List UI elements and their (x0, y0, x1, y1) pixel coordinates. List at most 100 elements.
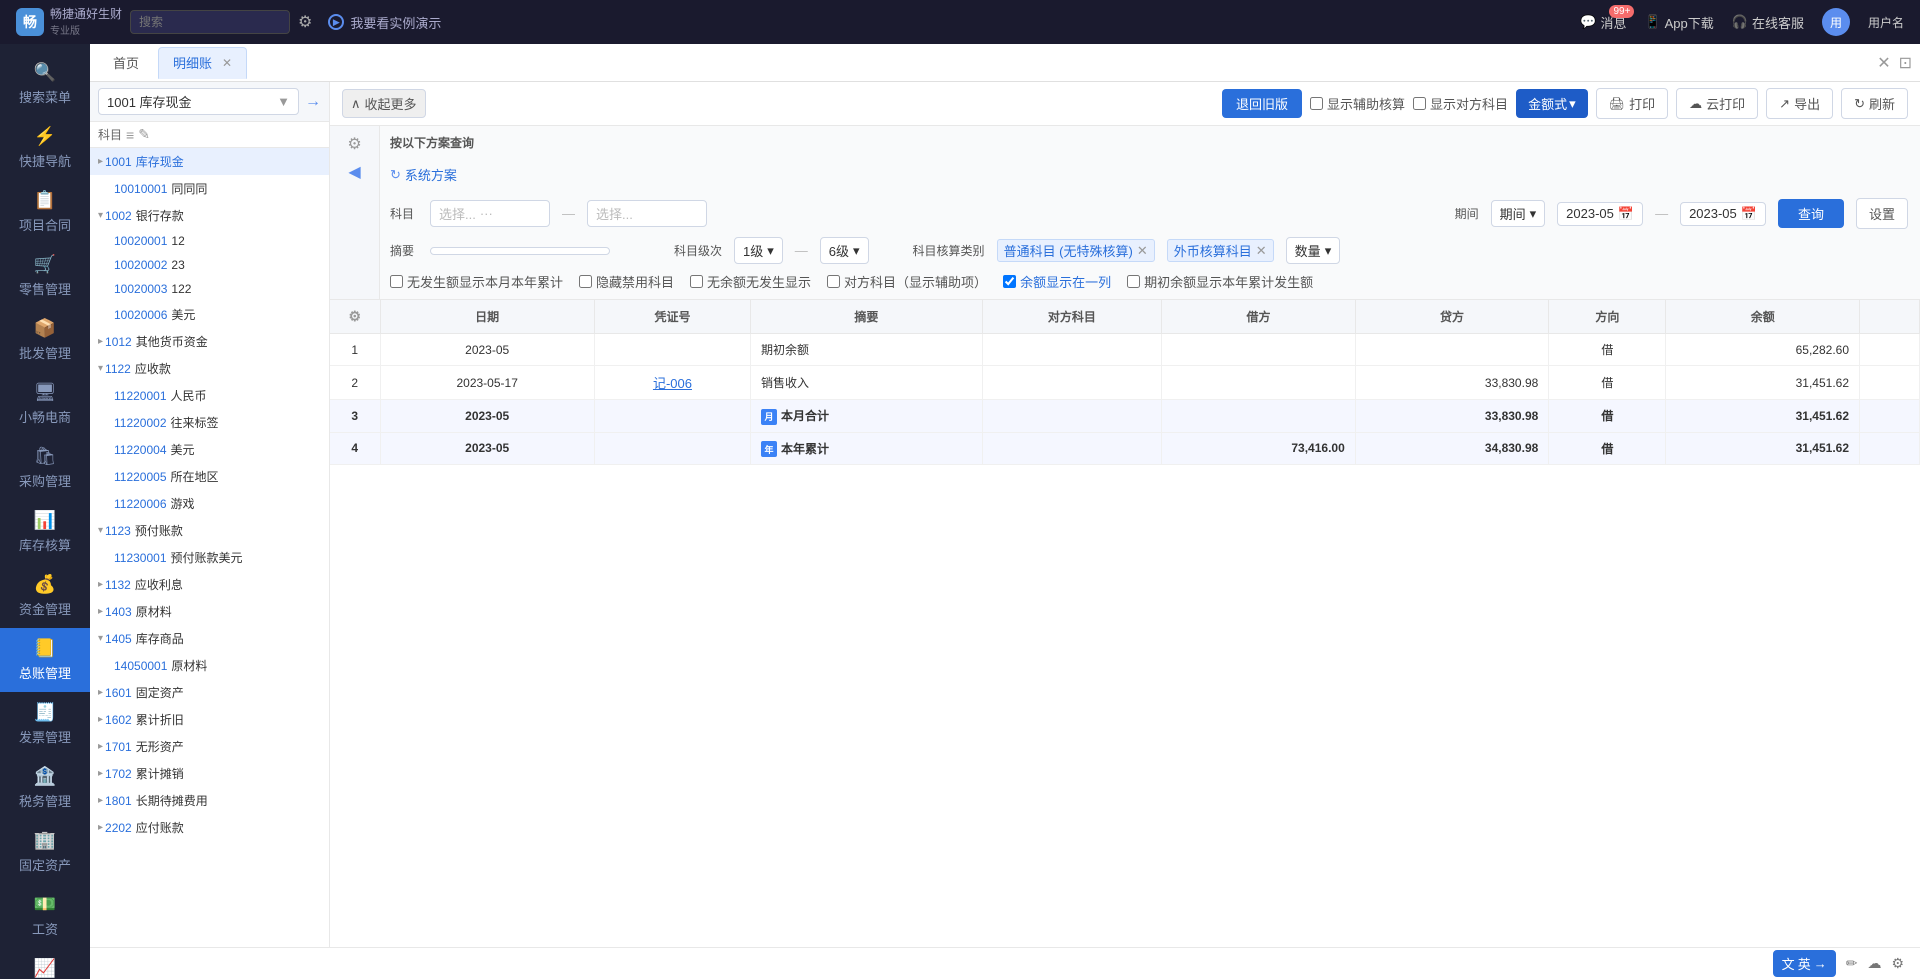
tag-foreign-close-icon[interactable]: ✕ (1256, 243, 1267, 259)
tree-node-11220004[interactable]: 11220004 美元 (90, 436, 329, 463)
period-start-input[interactable]: 2023-05 📅 (1557, 202, 1643, 226)
tree-node-11230001[interactable]: 11230001 预付账款美元 (90, 544, 329, 571)
lang-switch-btn[interactable]: 文 英 → (1773, 950, 1836, 977)
settings-icon[interactable]: ⚙ (298, 12, 312, 32)
sidebar-item-ledger[interactable]: 📒 总账管理 (0, 628, 90, 692)
cb-counterpart[interactable]: 对方科目（显示辅助项） (827, 272, 987, 291)
cb-no-balance-input[interactable] (690, 275, 703, 288)
quantity-select[interactable]: 数量 ▾ (1286, 237, 1341, 264)
sidebar-item-finance[interactable]: 💰 资金管理 (0, 564, 90, 628)
cb-balance-col-input[interactable] (1003, 275, 1016, 288)
cb-counterpart-input[interactable] (827, 275, 840, 288)
tree-node-2202[interactable]: ▸ 2202 应付账款 (90, 814, 329, 841)
tag-normal-close-icon[interactable]: ✕ (1137, 243, 1148, 259)
tree-node-10020002[interactable]: 10020002 23 (90, 253, 329, 277)
sidebar-item-assets[interactable]: 🏢 固定资产 (0, 820, 90, 884)
tree-node-1701[interactable]: ▸ 1701 无形资产 (90, 733, 329, 760)
window-close-icon[interactable]: ✕ (1877, 53, 1890, 73)
cb-no-amount[interactable]: 无发生额显示本月本年累计 (390, 272, 563, 291)
tree-node-1601[interactable]: ▸ 1601 固定资产 (90, 679, 329, 706)
message-btn[interactable]: 💬 消息 99+ (1580, 13, 1626, 32)
tree-node-1123[interactable]: ▾ 1123 预付账款 (90, 517, 329, 544)
col-settings[interactable]: ⚙ (330, 300, 380, 334)
avatar[interactable]: 用 (1822, 8, 1850, 36)
edit-icon[interactable]: ✏ (1846, 955, 1858, 972)
sidebar-item-inventory[interactable]: 📊 库存核算 (0, 500, 90, 564)
cb-initial-balance[interactable]: 期初余额显示本年累计发生额 (1127, 272, 1313, 291)
period-end-input[interactable]: 2023-05 📅 (1680, 202, 1766, 226)
collapse-more-btn[interactable]: ∧ 收起更多 (342, 89, 426, 118)
tree-node-1012[interactable]: ▸ 1012 其他货币资金 (90, 328, 329, 355)
cloud-print-btn[interactable]: ☁ 云打印 (1676, 88, 1758, 119)
tree-node-1801[interactable]: ▸ 1801 长期待摊费用 (90, 787, 329, 814)
level-to-select[interactable]: 6级 ▾ (820, 237, 869, 264)
back-old-version-btn[interactable]: 退回旧版 (1222, 89, 1302, 118)
search-input[interactable] (130, 10, 290, 34)
subject-input[interactable]: 选择... ··· (430, 200, 550, 227)
cell-voucher[interactable]: 记-006 (594, 366, 750, 400)
export-btn[interactable]: ↗ 导出 (1766, 88, 1833, 119)
tree-node-10020006[interactable]: 10020006 美元 (90, 301, 329, 328)
sidebar-item-search[interactable]: 🔍 搜索菜单 (0, 52, 90, 116)
show-subject-input[interactable] (1413, 97, 1426, 110)
tree-node-1405[interactable]: ▾ 1405 库存商品 (90, 625, 329, 652)
cb-no-balance[interactable]: 无余额无发生显示 (690, 272, 811, 291)
sidebar-item-nav[interactable]: ⚡ 快捷导航 (0, 116, 90, 180)
window-maximize-icon[interactable]: ⊡ (1899, 53, 1912, 73)
period-type-select[interactable]: 期间 ▾ (1491, 200, 1546, 227)
app-download-btn[interactable]: 📱 App下载 (1644, 13, 1713, 32)
tab-close-icon[interactable]: ✕ (222, 56, 232, 70)
sidebar-item-project[interactable]: 📋 项目合同 (0, 180, 90, 244)
sidebar-item-retail[interactable]: 🛒 零售管理 (0, 244, 90, 308)
settings-btn[interactable]: 设置 (1856, 198, 1908, 229)
summary-input[interactable] (430, 247, 610, 255)
tree-node-1122[interactable]: ▾ 1122 应收款 (90, 355, 329, 382)
show-subject-checkbox[interactable]: 显示对方科目 (1413, 94, 1508, 113)
tree-node-10020001[interactable]: 10020001 12 (90, 229, 329, 253)
tab-home[interactable]: 首页 (98, 47, 154, 79)
show-check-input[interactable] (1310, 97, 1323, 110)
cb-hide-disabled[interactable]: 隐藏禁用科目 (579, 272, 674, 291)
sidebar-item-invoice[interactable]: 🧾 发票管理 (0, 692, 90, 756)
sidebar-item-operations[interactable]: 📈 经营管理 (0, 948, 90, 979)
tree-node-1002[interactable]: ▾ 1002 银行存款 (90, 202, 329, 229)
tree-node-1001[interactable]: ▸ 1001 库存现金 (90, 148, 329, 175)
amount-style-btn[interactable]: 金额式 ▾ (1516, 89, 1588, 118)
tree-node-11220005[interactable]: 11220005 所在地区 (90, 463, 329, 490)
level-from-select[interactable]: 1级 ▾ (734, 237, 783, 264)
account-selector[interactable]: 1001 库存现金 ▼ (98, 88, 299, 115)
col-settings-gear-icon[interactable]: ⚙ (348, 308, 361, 324)
sidebar-item-ecommerce[interactable]: 🖥 小畅电商 (0, 372, 90, 436)
print-btn[interactable]: 🖨 打印 (1596, 88, 1669, 119)
tree-node-1403[interactable]: ▸ 1403 原材料 (90, 598, 329, 625)
sidebar-item-salary[interactable]: 💵 工资 (0, 884, 90, 948)
filter-settings-icon[interactable]: ⚙ (347, 134, 361, 154)
tree-node-11220006[interactable]: 11220006 游戏 (90, 490, 329, 517)
tree-node-1132[interactable]: ▸ 1132 应收利息 (90, 571, 329, 598)
cb-initial-balance-input[interactable] (1127, 275, 1140, 288)
sidebar-item-purchase[interactable]: 🛍 采购管理 (0, 436, 90, 500)
tree-node-11220001[interactable]: 11220001 人民币 (90, 382, 329, 409)
filter-collapse-icon[interactable]: ◀ (348, 162, 360, 182)
subject-input-2[interactable]: 选择... (587, 200, 707, 227)
search-area[interactable] (130, 10, 290, 34)
tree-node-14050001[interactable]: 14050001 原材料 (90, 652, 329, 679)
solution-tag[interactable]: ↻ 系统方案 (390, 165, 457, 184)
tree-node-10020003[interactable]: 10020003 122 (90, 277, 329, 301)
tree-node-1702[interactable]: ▸ 1702 累计摊销 (90, 760, 329, 787)
status-settings-icon[interactable]: ⚙ (1891, 955, 1904, 972)
online-service-btn[interactable]: 🎧 在线客服 (1732, 13, 1804, 32)
tree-node-10010001[interactable]: 10010001 同同同 (90, 175, 329, 202)
cb-no-amount-input[interactable] (390, 275, 403, 288)
sidebar-item-tax[interactable]: 🏦 税务管理 (0, 756, 90, 820)
account-navigate-icon[interactable]: → (305, 93, 321, 111)
search-btn[interactable]: 查询 (1778, 199, 1844, 228)
show-check-checkbox[interactable]: 显示辅助核算 (1310, 94, 1405, 113)
voucher-link[interactable]: 记-006 (653, 376, 692, 391)
tab-detail[interactable]: 明细账 ✕ (158, 47, 247, 79)
tree-add-icon[interactable]: ✎ (138, 126, 150, 143)
cloud-icon[interactable]: ☁ (1867, 955, 1881, 972)
refresh-btn[interactable]: ↻ 刷新 (1841, 88, 1908, 119)
cb-balance-col[interactable]: 余额显示在一列 (1003, 272, 1111, 291)
tree-list-icon[interactable]: ≡ (126, 127, 134, 143)
